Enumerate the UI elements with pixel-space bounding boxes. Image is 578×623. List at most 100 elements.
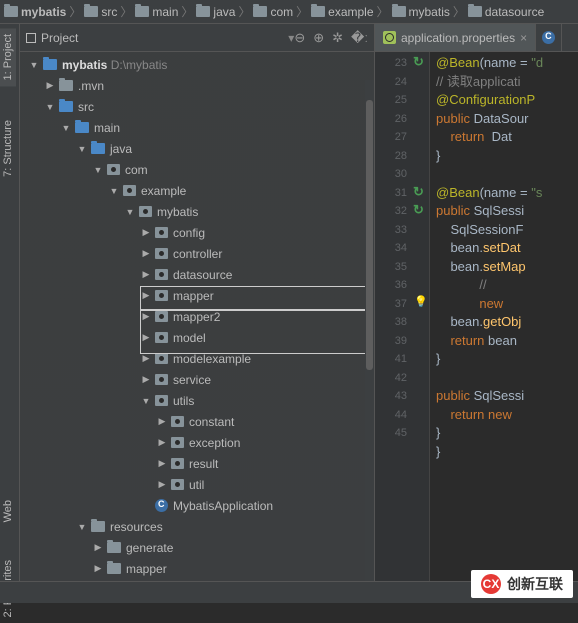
code-line[interactable]: } [436, 443, 578, 462]
code-line[interactable]: // 读取applicati [436, 73, 578, 92]
code-line[interactable]: @Bean(name = "s [436, 184, 578, 203]
crumb-example[interactable]: example [311, 5, 373, 19]
code-line[interactable]: @ConfigurationP [436, 91, 578, 110]
code-line[interactable]: public DataSour [436, 110, 578, 129]
chevron-down-icon[interactable] [94, 165, 102, 175]
tree-item-resources[interactable]: resources [20, 516, 374, 537]
tool-tab-structure[interactable]: 7: Structure [0, 114, 16, 183]
tab-application-properties[interactable]: application.properties × [375, 24, 536, 51]
run-marker-icon[interactable] [413, 202, 427, 216]
chevron-right-icon[interactable] [158, 479, 166, 490]
tree-item-example[interactable]: example [20, 180, 374, 201]
tree-item-datasource[interactable]: datasource [20, 264, 374, 285]
chevron-down-icon[interactable] [78, 522, 86, 532]
code-line[interactable]: return bean [436, 332, 578, 351]
tree-item-exception[interactable]: exception [20, 432, 374, 453]
chevron-right-icon[interactable] [142, 311, 150, 322]
chevron-down-icon[interactable] [30, 60, 38, 70]
tree-item-mapper[interactable]: mapper [20, 558, 374, 579]
chevron-right-icon[interactable] [46, 80, 54, 91]
tree-item-controller[interactable]: controller [20, 243, 374, 264]
tree-item-constant[interactable]: constant [20, 411, 374, 432]
tree-item-mapper2[interactable]: mapper2 [20, 306, 374, 327]
code-line[interactable]: } [436, 424, 578, 443]
code-line[interactable]: bean.setMap [436, 258, 578, 277]
code-line[interactable]: new [436, 295, 578, 314]
crumb-com[interactable]: com [253, 5, 293, 19]
chevron-right-icon[interactable] [142, 374, 150, 385]
tree-item-service[interactable]: service [20, 369, 374, 390]
code-line[interactable]: } [436, 147, 578, 166]
chevron-right-icon[interactable] [142, 290, 150, 301]
code-line[interactable]: bean.setDat [436, 239, 578, 258]
code-area[interactable]: 2324252627283031323334353637383941424344… [375, 52, 578, 603]
tree-item-config[interactable]: config [20, 222, 374, 243]
code-line[interactable]: // [436, 276, 578, 295]
tool-tab-web[interactable]: Web [0, 494, 16, 528]
chevron-right-icon[interactable] [94, 563, 102, 574]
tab-next[interactable] [536, 24, 562, 51]
code-line[interactable]: } [436, 350, 578, 369]
chevron-right-icon[interactable] [142, 227, 150, 238]
tree-item-mybatisapplication[interactable]: MybatisApplication [20, 495, 374, 516]
locate-icon[interactable]: ⊕ [313, 30, 324, 46]
editor-tab-bar[interactable]: application.properties × [375, 24, 578, 52]
crumb-java[interactable]: java [196, 5, 235, 19]
chevron-right-icon[interactable] [142, 332, 150, 343]
chevron-down-icon[interactable] [78, 144, 86, 154]
code-line[interactable]: SqlSessionF [436, 221, 578, 240]
chevron-right-icon[interactable] [158, 458, 166, 469]
tree-item-src[interactable]: src [20, 96, 374, 117]
code-line[interactable] [436, 369, 578, 388]
crumb-src[interactable]: src [84, 5, 117, 19]
code-line[interactable]: return new [436, 406, 578, 425]
chevron-right-icon[interactable] [158, 416, 166, 427]
close-icon[interactable]: × [520, 31, 527, 45]
tree-item-modelexample[interactable]: modelexample [20, 348, 374, 369]
crumb-datasource[interactable]: datasource [468, 5, 544, 19]
tree-item-util[interactable]: util [20, 474, 374, 495]
crumb-mybatis[interactable]: mybatis [4, 5, 66, 19]
chevron-right-icon[interactable] [158, 437, 166, 448]
crumb-main[interactable]: main [135, 5, 178, 19]
tree-item-java[interactable]: java [20, 138, 374, 159]
chevron-right-icon[interactable] [142, 248, 150, 259]
code-line[interactable]: public SqlSessi [436, 387, 578, 406]
tree-item-model[interactable]: model [20, 327, 374, 348]
chevron-right-icon[interactable] [142, 269, 150, 280]
code-line[interactable]: return Dat [436, 128, 578, 147]
run-marker-icon[interactable] [413, 184, 427, 198]
code-line[interactable]: public SqlSessi [436, 202, 578, 221]
collapse-icon[interactable]: ⊖ [294, 30, 305, 46]
chevron-right-icon[interactable] [94, 542, 102, 553]
code-line[interactable]: @Bean(name = "d [436, 54, 578, 73]
intention-bulb-icon[interactable]: 💡 [414, 295, 428, 308]
tree-scrollbar[interactable] [365, 80, 374, 603]
panel-toolbar[interactable]: ⊖ ⊕ ✲ �ː [294, 30, 368, 46]
project-tree[interactable]: mybatis D:\mybatis.mvnsrcmainjavacomexam… [20, 52, 374, 603]
tree-item-mybatis[interactable]: mybatis D:\mybatis [20, 54, 374, 75]
tree-item-.mvn[interactable]: .mvn [20, 75, 374, 96]
tree-item-generate[interactable]: generate [20, 537, 374, 558]
run-marker-icon[interactable] [413, 54, 427, 68]
tree-item-main[interactable]: main [20, 117, 374, 138]
tree-item-com[interactable]: com [20, 159, 374, 180]
crumb-mybatis[interactable]: mybatis [392, 5, 450, 19]
code-line[interactable] [436, 461, 578, 480]
tree-item-mapper[interactable]: mapper [20, 285, 374, 306]
chevron-down-icon[interactable] [126, 207, 134, 217]
chevron-right-icon[interactable] [142, 353, 150, 364]
tree-item-utils[interactable]: utils [20, 390, 374, 411]
settings-icon[interactable]: ✲ [332, 30, 343, 46]
tool-tab-project[interactable]: 1: Project [0, 28, 16, 86]
hide-icon[interactable]: �ː [351, 30, 368, 46]
chevron-down-icon[interactable] [62, 123, 70, 133]
code-line[interactable] [436, 165, 578, 184]
tree-item-result[interactable]: result [20, 453, 374, 474]
chevron-down-icon[interactable] [110, 186, 118, 196]
code-line[interactable]: bean.getObj [436, 313, 578, 332]
chevron-down-icon[interactable] [142, 396, 150, 406]
tree-item-mybatis[interactable]: mybatis [20, 201, 374, 222]
code-lines[interactable]: @Bean(name = "d// 读取applicati@Configurat… [430, 52, 578, 603]
chevron-down-icon[interactable] [46, 102, 54, 112]
